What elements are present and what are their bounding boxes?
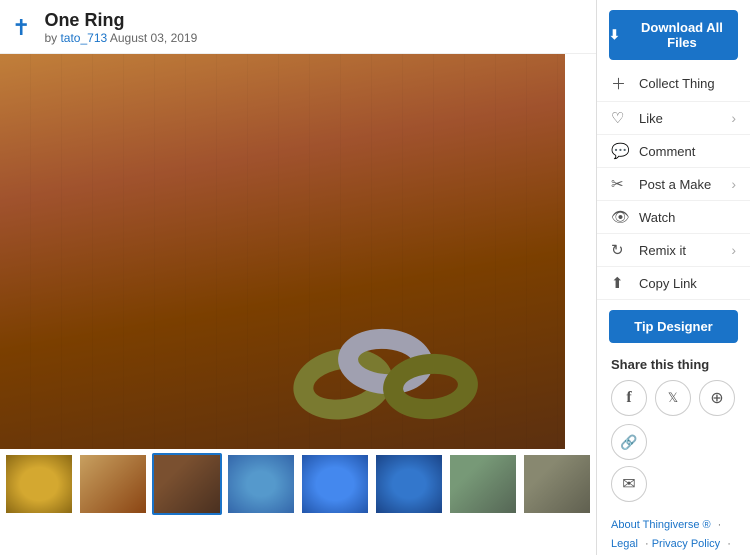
whatsapp-icon: ⊕ bbox=[710, 388, 723, 408]
privacy-link[interactable]: Privacy Policy bbox=[652, 538, 720, 550]
download-icon: ⬇ bbox=[609, 27, 620, 43]
collect-thing-item[interactable]: ＋ Collect Thing bbox=[597, 66, 750, 102]
copy-link-label: Copy Link bbox=[639, 276, 736, 291]
twitter-share-button[interactable]: 𝕏 bbox=[655, 380, 691, 416]
footer-links: About Thingiverse ® · Legal · Privacy Po… bbox=[597, 508, 750, 555]
collect-icon: ＋ bbox=[611, 73, 631, 94]
email-icon: ✉ bbox=[622, 474, 635, 494]
download-label: Download All Files bbox=[626, 20, 738, 50]
eye-icon: 👁 bbox=[611, 208, 631, 226]
thumb-1[interactable] bbox=[4, 453, 74, 515]
thumb-7[interactable] bbox=[448, 453, 518, 515]
thumb-4[interactable] bbox=[226, 453, 296, 515]
thumb-2[interactable] bbox=[78, 453, 148, 515]
like-arrow: › bbox=[731, 110, 736, 126]
remix-arrow: › bbox=[731, 242, 736, 258]
facebook-icon: f bbox=[626, 389, 631, 407]
main-column: ✝ One Ring by tato_713 August 03, 2019 bbox=[0, 0, 596, 555]
header-text: One Ring by tato_713 August 03, 2019 bbox=[44, 10, 197, 45]
legal-link[interactable]: Legal bbox=[611, 538, 638, 550]
copy-link-item[interactable]: ⬆ Copy Link bbox=[597, 267, 750, 300]
about-link[interactable]: About Thingiverse ® bbox=[611, 519, 711, 531]
link-share-button[interactable]: 🔗 bbox=[611, 424, 647, 460]
main-image bbox=[0, 54, 565, 449]
thumb-3[interactable] bbox=[152, 453, 222, 515]
post-make-label: Post a Make bbox=[639, 177, 731, 192]
tip-designer-button[interactable]: Tip Designer bbox=[609, 310, 738, 343]
thumbnail-strip bbox=[0, 449, 596, 519]
thumb-8[interactable] bbox=[522, 453, 592, 515]
comment-item[interactable]: 💬 Comment bbox=[597, 135, 750, 168]
scissors-icon: ✂ bbox=[611, 175, 631, 193]
share-section: Share this thing f 𝕏 ⊕ 🔗 ✉ bbox=[597, 351, 750, 508]
heart-icon: ♡ bbox=[611, 109, 631, 127]
post-make-item[interactable]: ✂ Post a Make › bbox=[597, 168, 750, 201]
copy-link-icon: ⬆ bbox=[611, 274, 631, 292]
thumb-6[interactable] bbox=[374, 453, 444, 515]
whatsapp-share-button[interactable]: ⊕ bbox=[699, 380, 735, 416]
thumb-5[interactable] bbox=[300, 453, 370, 515]
collect-label: Collect Thing bbox=[639, 76, 736, 91]
download-all-button[interactable]: ⬇ Download All Files bbox=[609, 10, 738, 60]
post-make-arrow: › bbox=[731, 176, 736, 192]
tip-label: Tip Designer bbox=[634, 319, 713, 334]
thing-meta: by tato_713 August 03, 2019 bbox=[44, 31, 197, 45]
like-item[interactable]: ♡ Like › bbox=[597, 102, 750, 135]
remix-label: Remix it bbox=[639, 243, 731, 258]
watch-item[interactable]: 👁 Watch bbox=[597, 201, 750, 234]
watch-label: Watch bbox=[639, 210, 736, 225]
share-title: Share this thing bbox=[611, 357, 736, 372]
author-link[interactable]: tato_713 bbox=[60, 31, 107, 45]
comment-label: Comment bbox=[639, 144, 736, 159]
thing-title: One Ring bbox=[44, 10, 197, 31]
email-share-button[interactable]: ✉ bbox=[611, 466, 647, 502]
twitter-icon: 𝕏 bbox=[668, 390, 678, 406]
like-label: Like bbox=[639, 111, 731, 126]
thing-icon: ✝ bbox=[12, 15, 30, 41]
action-list: ＋ Collect Thing ♡ Like › 💬 Comment ✂ Pos… bbox=[597, 66, 750, 300]
sidebar: ⬇ Download All Files ＋ Collect Thing ♡ L… bbox=[596, 0, 750, 555]
remix-item[interactable]: ↻ Remix it › bbox=[597, 234, 750, 267]
remix-icon: ↻ bbox=[611, 241, 631, 259]
comment-icon: 💬 bbox=[611, 142, 631, 160]
facebook-share-button[interactable]: f bbox=[611, 380, 647, 416]
header: ✝ One Ring by tato_713 August 03, 2019 bbox=[0, 0, 596, 54]
link-icon: 🔗 bbox=[620, 434, 637, 451]
share-icons: f 𝕏 ⊕ 🔗 bbox=[611, 380, 736, 460]
